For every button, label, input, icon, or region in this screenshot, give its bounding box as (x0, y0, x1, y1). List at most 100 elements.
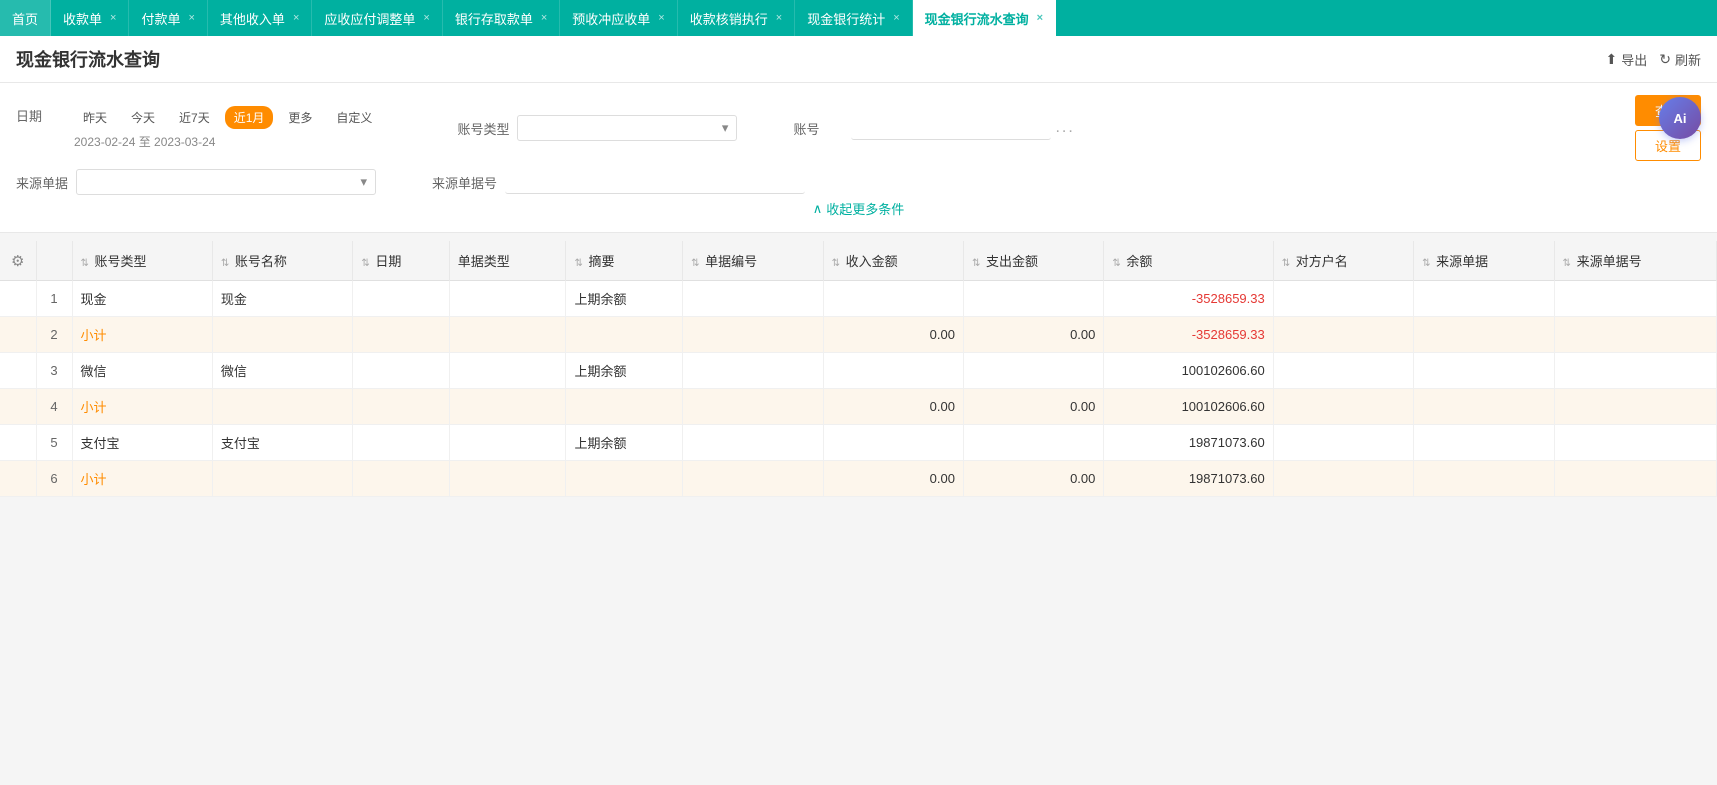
col-doc-no[interactable]: ⇅ 单据编号 (683, 241, 823, 281)
page-header: 现金银行流水查询 ⬆ 导出 ↻ 刷新 (0, 36, 1717, 83)
account-group: 账号 ... (793, 116, 1074, 140)
row-counterparty-cell (1273, 281, 1413, 317)
row-date-cell (353, 389, 449, 425)
date-btn-yesterday[interactable]: 昨天 (74, 106, 116, 129)
account-input[interactable] (851, 116, 1051, 140)
row-date-cell (353, 353, 449, 389)
col-account-name[interactable]: ⇅ 账号名称 (212, 241, 352, 281)
sort-icon-income: ⇅ (832, 258, 840, 269)
sort-icon-balance: ⇅ (1112, 258, 1120, 269)
nav-tab-3[interactable]: 应收应付调整单 × (312, 0, 442, 36)
nav-tab-5[interactable]: 预收冲应收单 × (560, 0, 677, 36)
filter-collapse-area: ∧ 收起更多条件 (16, 195, 1701, 220)
source-doc-select[interactable]: ▾ (76, 169, 376, 195)
row-counterparty-cell (1273, 353, 1413, 389)
row-summary-cell: 上期余额 (566, 425, 683, 461)
row-num-cell: 6 (36, 461, 72, 497)
nav-tab-close-4[interactable]: × (541, 12, 547, 24)
row-doc-no-cell (683, 389, 823, 425)
nav-tab-close-1[interactable]: × (188, 12, 194, 24)
col-date[interactable]: ⇅ 日期 (353, 241, 449, 281)
col-counterparty[interactable]: ⇅ 对方户名 (1273, 241, 1413, 281)
row-doc-type-cell (449, 389, 566, 425)
date-btn-1month[interactable]: 近1月 (225, 106, 274, 129)
nav-tab-label-4: 银行存取款单 (455, 9, 533, 28)
row-expense-cell: 0.00 (963, 461, 1103, 497)
row-summary-cell (566, 461, 683, 497)
nav-tab-6[interactable]: 收款核销执行 × (678, 0, 795, 36)
ai-badge[interactable]: Ai (1659, 97, 1701, 139)
row-expense-cell (963, 425, 1103, 461)
row-doc-no-cell (683, 317, 823, 353)
date-btn-more[interactable]: 更多 (279, 106, 321, 129)
sort-icon-account-name: ⇅ (221, 258, 229, 269)
nav-home[interactable]: 首页 (0, 0, 51, 36)
col-source-doc-no[interactable]: ⇅ 来源单据号 (1554, 241, 1716, 281)
nav-tab-close-2[interactable]: × (293, 12, 299, 24)
account-input-group: ... (851, 116, 1074, 140)
row-balance-cell: 19871073.60 (1104, 425, 1273, 461)
table-row[interactable]: 6 小计 0.00 0.00 19871073.60 (0, 461, 1717, 497)
nav-tab-label-3: 应收应付调整单 (324, 9, 415, 28)
nav-tab-4[interactable]: 银行存取款单 × (443, 0, 560, 36)
date-options-row: 昨天 今天 近7天 近1月 更多 自定义 (74, 106, 381, 129)
row-account-type-cell: 小计 (72, 461, 212, 497)
nav-tab-1[interactable]: 付款单 × (129, 0, 207, 36)
account-more-icon[interactable]: ... (1055, 119, 1074, 137)
table-row[interactable]: 4 小计 0.00 0.00 100102606.60 (0, 389, 1717, 425)
nav-tab-close-8[interactable]: × (1037, 12, 1043, 24)
row-settings-cell (0, 281, 36, 317)
nav-tab-close-5[interactable]: × (658, 12, 664, 24)
col-summary[interactable]: ⇅ 摘要 (566, 241, 683, 281)
nav-tab-close-6[interactable]: × (776, 12, 782, 24)
header-actions: ⬆ 导出 ↻ 刷新 (1606, 50, 1702, 69)
col-source-doc[interactable]: ⇅ 来源单据 (1414, 241, 1554, 281)
export-button[interactable]: ⬆ 导出 (1606, 50, 1648, 69)
col-settings[interactable]: ⚙ (0, 241, 36, 281)
row-balance-cell: 100102606.60 (1104, 353, 1273, 389)
nav-tab-7[interactable]: 现金银行统计 × (795, 0, 912, 36)
table-row[interactable]: 3 微信 微信 上期余额 100102606.60 (0, 353, 1717, 389)
date-range-display: 2023-02-24 至 2023-03-24 (74, 133, 381, 150)
nav-tab-label-0: 收款单 (63, 9, 102, 28)
col-expense[interactable]: ⇅ 支出金额 (963, 241, 1103, 281)
nav-tab-close-0[interactable]: × (110, 12, 116, 24)
table-row[interactable]: 2 小计 0.00 0.00 -3528659.33 (0, 317, 1717, 353)
row-source-doc-no-cell (1554, 389, 1716, 425)
col-income[interactable]: ⇅ 收入金额 (823, 241, 963, 281)
table-header-row: ⚙ ⇅ 账号类型 ⇅ 账号名称 ⇅ 日期 单据类型 (0, 241, 1717, 281)
collapse-button[interactable]: ∧ 收起更多条件 (813, 199, 905, 218)
row-account-name-cell: 支付宝 (212, 425, 352, 461)
row-account-name-cell (212, 317, 352, 353)
export-label: 导出 (1621, 50, 1647, 69)
date-filter-group: 日期 昨天 今天 近7天 近1月 更多 自定义 2023-02-24 至 202… (16, 106, 381, 150)
row-income-cell (823, 425, 963, 461)
date-btn-custom[interactable]: 自定义 (327, 106, 381, 129)
sort-icon-date: ⇅ (361, 258, 369, 269)
account-type-select[interactable]: ▾ (517, 115, 737, 141)
date-btn-today[interactable]: 今天 (122, 106, 164, 129)
nav-tab-close-3[interactable]: × (423, 12, 429, 24)
sort-icon-account-type: ⇅ (81, 258, 89, 269)
nav-tab-8[interactable]: 现金银行流水查询 × (913, 0, 1056, 36)
date-btn-7days[interactable]: 近7天 (170, 106, 219, 129)
page-title: 现金银行流水查询 (16, 46, 160, 72)
refresh-button[interactable]: ↻ 刷新 (1659, 50, 1701, 69)
table-row[interactable]: 5 支付宝 支付宝 上期余额 19871073.60 (0, 425, 1717, 461)
col-balance[interactable]: ⇅ 余额 (1104, 241, 1273, 281)
row-income-cell: 0.00 (823, 317, 963, 353)
nav-tab-0[interactable]: 收款单 × (51, 0, 129, 36)
account-label: 账号 (793, 119, 843, 138)
source-doc-no-input[interactable] (505, 170, 805, 194)
nav-tab-close-7[interactable]: × (893, 12, 899, 24)
gear-icon[interactable]: ⚙ (11, 253, 24, 270)
row-date-cell (353, 425, 449, 461)
row-num-cell: 1 (36, 281, 72, 317)
col-account-type[interactable]: ⇅ 账号类型 (72, 241, 212, 281)
table-row[interactable]: 1 现金 现金 上期余额 -3528659.33 (0, 281, 1717, 317)
row-balance-cell: -3528659.33 (1104, 317, 1273, 353)
nav-tab-label-1: 付款单 (141, 9, 180, 28)
source-doc-group: 来源单据 ▾ (16, 169, 376, 195)
nav-tab-2[interactable]: 其他收入单 × (208, 0, 312, 36)
row-account-name-cell (212, 389, 352, 425)
